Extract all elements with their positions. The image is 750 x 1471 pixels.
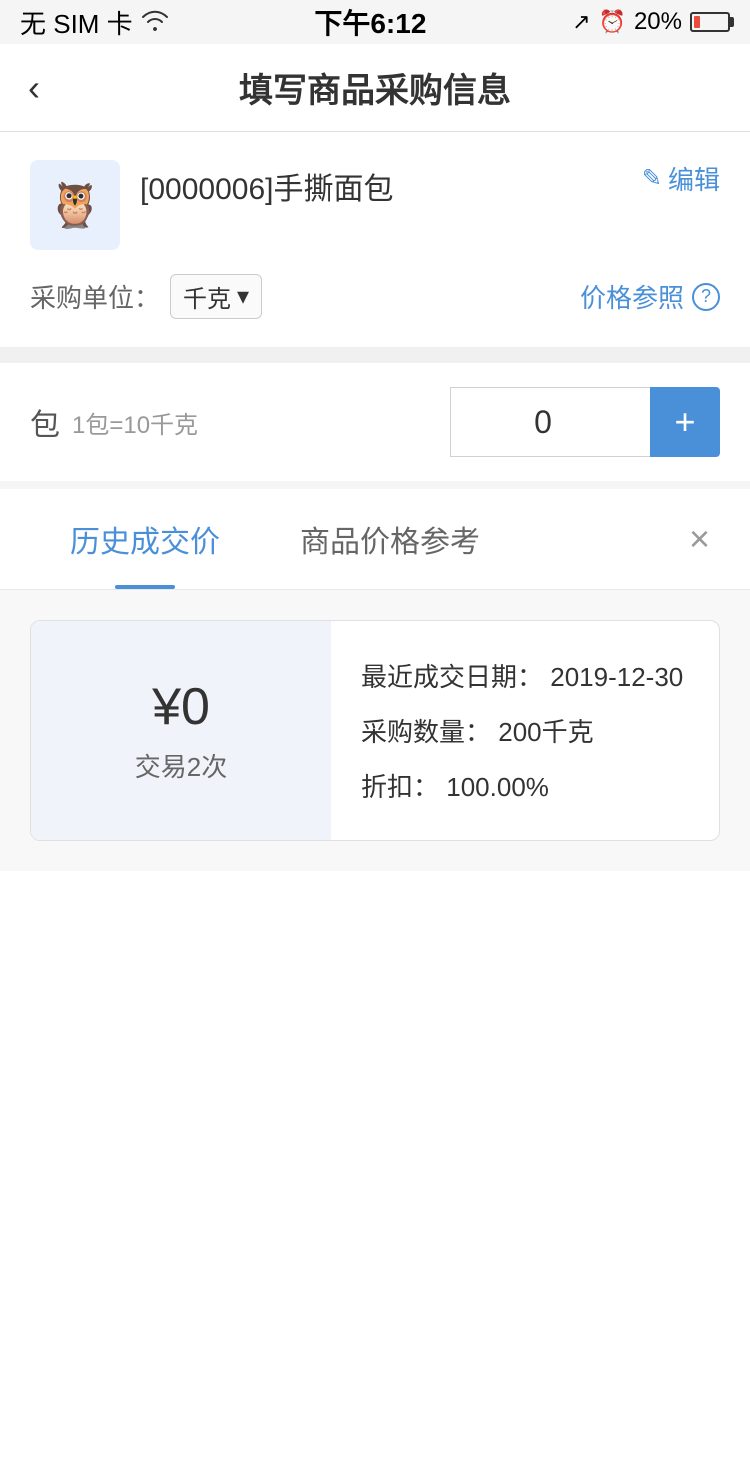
help-icon: ? <box>692 283 720 311</box>
quantity-row: 包 1包=10千克 + <box>0 363 750 481</box>
product-name: [0000006]手撕面包 <box>140 160 393 208</box>
battery-percent: 20% <box>634 8 682 36</box>
quantity-input[interactable] <box>450 387 650 457</box>
bottom-space <box>0 871 750 1471</box>
carrier-text: 无 SIM 卡 <box>20 4 133 41</box>
purchase-qty-label: 采购数量： <box>361 717 491 747</box>
page-title: 填写商品采购信息 <box>239 63 511 112</box>
tab-history-price[interactable]: 历史成交价 <box>30 489 260 589</box>
discount-label: 折扣： <box>361 772 439 802</box>
tabs-list: 历史成交价 商品价格参考 <box>30 489 520 589</box>
unit-select[interactable]: 千克 ▾ <box>170 274 262 319</box>
tab-product-price[interactable]: 商品价格参考 <box>260 489 520 589</box>
quantity-input-group: + <box>450 387 720 457</box>
status-time: 下午6:12 <box>314 2 426 42</box>
back-button[interactable]: ‹ <box>28 67 40 109</box>
product-info: 🦉 [0000006]手撕面包 <box>30 160 393 250</box>
battery-icon <box>690 12 730 32</box>
purchase-qty-row: 采购数量： 200千克 <box>361 712 689 749</box>
unit-label: 采购单位： 千克 ▾ <box>30 274 262 319</box>
quantity-plus-button[interactable]: + <box>650 387 720 457</box>
product-unit-row: 采购单位： 千克 ▾ 价格参照 ? <box>30 274 720 319</box>
location-icon: ↗ <box>572 9 590 35</box>
price-details: 最近成交日期： 2019-12-30 采购数量： 200千克 折扣： 100.0… <box>331 621 719 840</box>
wifi-icon <box>141 7 169 38</box>
unit-value: 千克 <box>183 279 231 314</box>
nav-bar: ‹ 填写商品采购信息 <box>0 44 750 132</box>
recent-date-label: 最近成交日期： <box>361 662 543 692</box>
price-amount: ¥0 <box>152 677 210 737</box>
unit-badge: 包 <box>30 400 60 444</box>
tabs-header: 历史成交价 商品价格参考 × <box>0 489 750 590</box>
price-ref-label: 价格参照 <box>580 278 684 315</box>
discount-value: 100.00% <box>446 772 549 802</box>
status-left: 无 SIM 卡 <box>20 4 169 41</box>
alarm-icon: ⏰ <box>599 9 626 35</box>
product-header: 🦉 [0000006]手撕面包 ✎ 编辑 <box>30 160 720 250</box>
dropdown-icon: ▾ <box>237 282 249 311</box>
status-bar: 无 SIM 卡 下午6:12 ↗ ⏰ 20% <box>0 0 750 44</box>
recent-date-value: 2019-12-30 <box>550 662 683 692</box>
tabs-section: 历史成交价 商品价格参考 × ¥0 交易2次 最近成交日期： 2019-12-3… <box>0 489 750 871</box>
close-button[interactable]: × <box>679 508 720 570</box>
purchase-qty-value: 200千克 <box>498 717 593 747</box>
price-ref-button[interactable]: 价格参照 ? <box>580 278 720 315</box>
edit-icon: ✎ <box>642 164 662 193</box>
product-thumbnail: 🦉 <box>30 160 120 250</box>
status-right: ↗ ⏰ 20% <box>572 8 730 36</box>
trade-count: 交易2次 <box>135 747 227 784</box>
tab-content: ¥0 交易2次 最近成交日期： 2019-12-30 采购数量： 200千克 折… <box>0 590 750 871</box>
edit-label: 编辑 <box>668 160 720 197</box>
recent-date-row: 最近成交日期： 2019-12-30 <box>361 657 689 694</box>
quantity-left: 包 1包=10千克 <box>30 400 198 444</box>
price-main: ¥0 交易2次 <box>31 621 331 840</box>
unit-hint: 1包=10千克 <box>72 405 198 440</box>
product-card: 🦉 [0000006]手撕面包 ✎ 编辑 采购单位： 千克 ▾ 价格参照 ? <box>0 132 750 347</box>
section-divider <box>0 347 750 363</box>
product-logo: 🦉 <box>48 179 103 231</box>
price-card: ¥0 交易2次 最近成交日期： 2019-12-30 采购数量： 200千克 折… <box>30 620 720 841</box>
discount-row: 折扣： 100.00% <box>361 767 689 804</box>
edit-button[interactable]: ✎ 编辑 <box>642 160 720 197</box>
